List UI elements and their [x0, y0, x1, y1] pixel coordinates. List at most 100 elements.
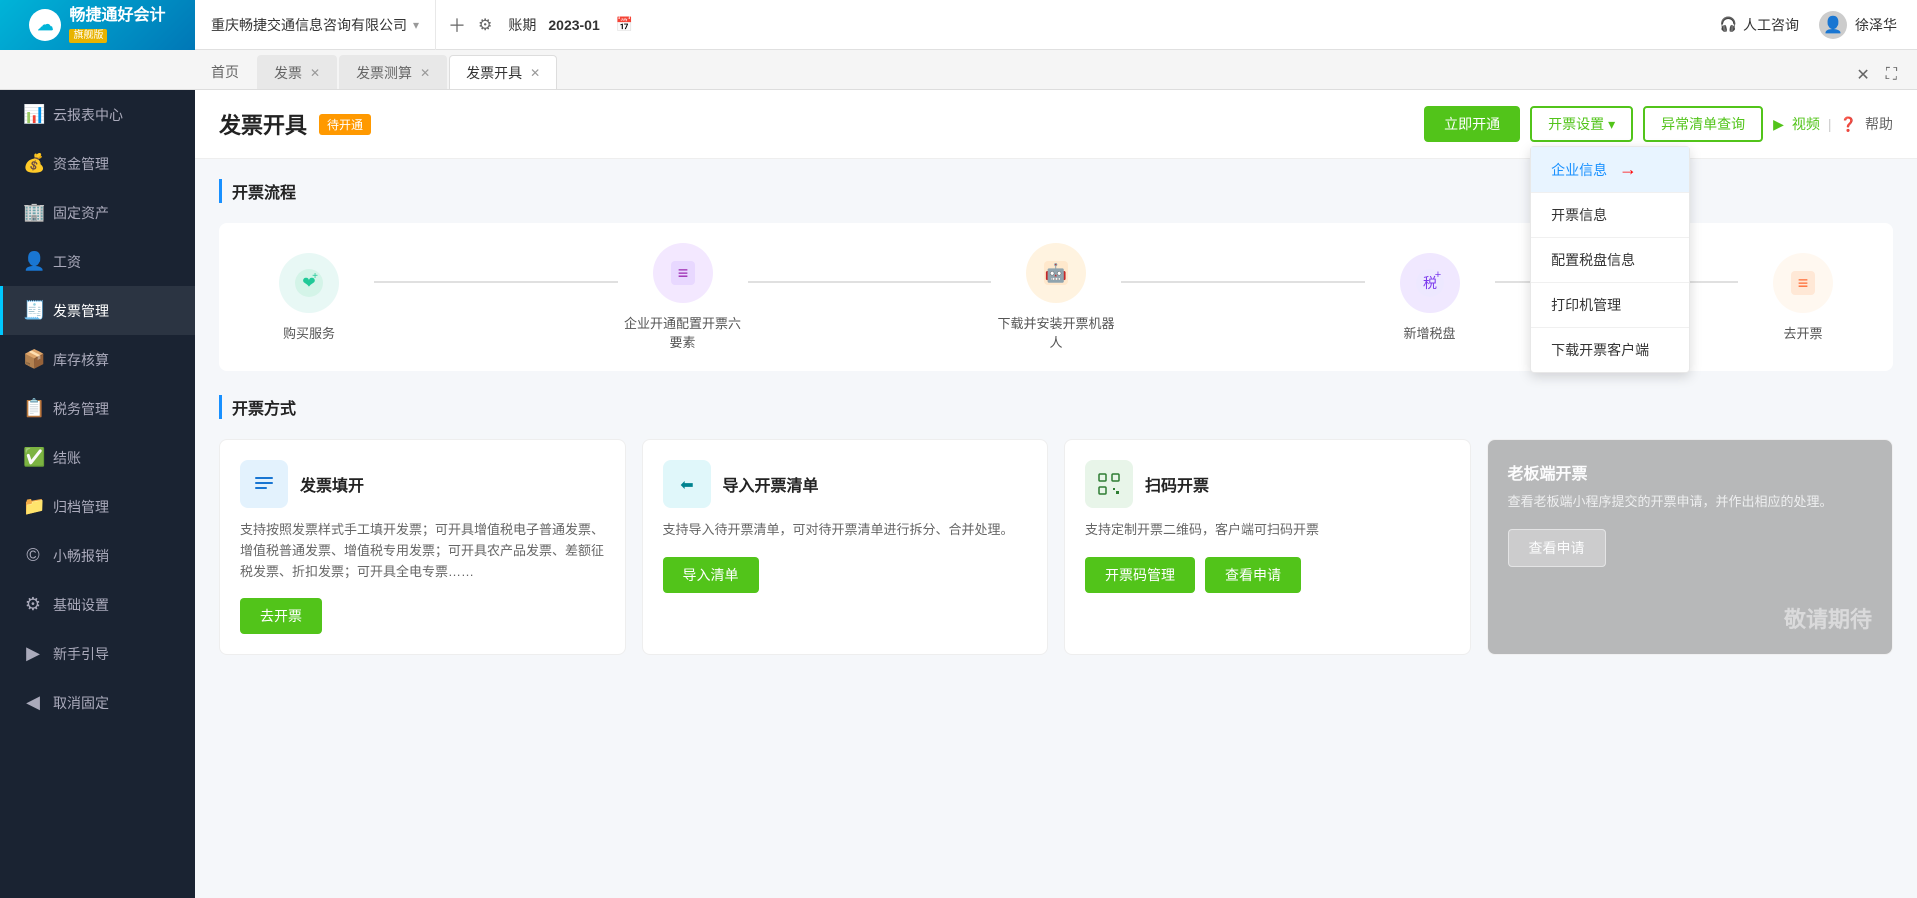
maximize-button[interactable]: ⛶ — [1882, 62, 1901, 88]
method-scan-desc: 支持定制开票二维码，客户端可扫码开票 — [1085, 520, 1450, 541]
calendar-icon[interactable]: 📅 — [616, 16, 633, 33]
sidebar-item-invoice[interactable]: 🧾 发票管理 — [0, 286, 195, 335]
status-badge: 待开通 — [319, 114, 371, 135]
support-button[interactable]: 🎧 人工咨询 — [1720, 15, 1799, 35]
close-window-button[interactable]: ✕ — [1852, 61, 1873, 89]
period-label: 账期 — [508, 15, 536, 35]
assets-icon: 🏢 — [23, 202, 43, 223]
page-header: 发票开具 待开通 立即开通 开票设置 ▾ 企业信息 → — [195, 90, 1917, 159]
sidebar-item-account[interactable]: ✅ 结账 — [0, 433, 195, 482]
top-actions: ＋ ⚙ 账期 2023-01 📅 — [436, 12, 645, 38]
cancel-icon: ◀ — [23, 692, 43, 713]
flow-step-download-icon: 🤖 — [1026, 243, 1086, 303]
sidebar-item-salary[interactable]: 👤 工资 — [0, 237, 195, 286]
flow-step-add-disk-icon: 税 + — [1400, 253, 1460, 313]
method-import-icon: ⬅ — [663, 460, 711, 508]
flow-step-add-disk-label: 新增税盘 — [1403, 323, 1455, 342]
sidebar-label-inventory: 库存核算 — [53, 350, 109, 370]
dropdown-item-printer[interactable]: 打印机管理 — [1531, 283, 1689, 328]
flow-step-buy: ❤ + 购买服务 — [249, 253, 369, 342]
dropdown-item-company-info[interactable]: 企业信息 → — [1531, 147, 1689, 193]
sidebar-label-assets: 固定资产 — [53, 203, 109, 223]
flow-step-download-label: 下载并安装开票机器人 — [996, 313, 1116, 351]
company-name: 重庆畅捷交通信息咨询有限公司 — [211, 15, 407, 35]
flow-step-add-disk: 税 + 新增税盘 — [1370, 253, 1490, 342]
tab-invoice-calc-close[interactable]: ✕ — [420, 66, 430, 80]
sidebar-item-archive[interactable]: 📁 归档管理 — [0, 482, 195, 531]
logo-sub: 旗舰版 — [69, 29, 107, 43]
tax-config-label: 配置税盘信息 — [1551, 252, 1635, 268]
printer-label: 打印机管理 — [1551, 297, 1621, 313]
sidebar-item-cancel[interactable]: ◀ 取消固定 — [0, 678, 195, 727]
dropdown-item-tax-config[interactable]: 配置税盘信息 — [1531, 238, 1689, 283]
boss-desc: 查看老板端小程序提交的开票申请，并作出相应的处理。 — [1508, 492, 1873, 513]
billing-methods: 发票填开 支持按照发票样式手工填开发票；可开具增值税电子普通发票、增值税普通发票… — [219, 439, 1893, 655]
play-icon[interactable]: ▶ — [1773, 116, 1784, 133]
user-icon: 👤 — [1823, 15, 1843, 35]
tab-invoice[interactable]: 发票 ✕ — [257, 55, 337, 89]
sidebar-label-invoice: 发票管理 — [53, 301, 109, 321]
guide-icon: ▶ — [23, 643, 43, 664]
tab-home-label: 首页 — [211, 62, 239, 82]
sidebar-item-cloud-report[interactable]: 📊 云报表中心 — [0, 90, 195, 139]
tab-home[interactable]: 首页 — [195, 55, 255, 89]
flow-step-buy-icon: ❤ + — [279, 253, 339, 313]
inventory-icon: 📦 — [23, 349, 43, 370]
sidebar-item-tax[interactable]: 📋 税务管理 — [0, 384, 195, 433]
settings-dropdown-container: 开票设置 ▾ 企业信息 → 开票信息 配置税盘信息 — [1530, 106, 1633, 142]
logo-main: 畅捷通好会计 — [69, 6, 165, 25]
open-button[interactable]: 立即开通 — [1424, 106, 1520, 142]
tab-invoice-open-label: 发票开具 — [466, 63, 522, 83]
base-settings-icon: ⚙ — [23, 594, 43, 615]
boss-btn[interactable]: 查看申请 — [1508, 529, 1606, 567]
video-label[interactable]: 视频 — [1792, 114, 1820, 134]
logo-icon: ☁ — [29, 9, 61, 41]
user-area[interactable]: 👤 徐泽华 — [1819, 11, 1897, 39]
tab-invoice-calc-label: 发票测算 — [356, 63, 412, 83]
method-import-btn[interactable]: 导入清单 — [663, 557, 759, 593]
methods-section-title: 开票方式 — [219, 395, 1893, 419]
svg-text:+: + — [1434, 269, 1440, 281]
method-scan-btn1[interactable]: 开票码管理 — [1085, 557, 1195, 593]
sidebar-label-cloud-report: 云报表中心 — [53, 105, 123, 125]
sidebar-item-settings[interactable]: ⚙ 基础设置 — [0, 580, 195, 629]
settings-icon[interactable]: ⚙ — [478, 15, 492, 35]
flow-step-config-icon: ≡ — [653, 243, 713, 303]
header-actions: 立即开通 开票设置 ▾ 企业信息 → 开票信息 — [1424, 106, 1893, 142]
method-import-desc: 支持导入待开票清单，可对待开票清单进行拆分、合并处理。 — [663, 520, 1028, 541]
svg-text:≡: ≡ — [677, 263, 688, 283]
step-connector-3 — [1121, 281, 1365, 283]
support-label: 人工咨询 — [1743, 15, 1799, 35]
svg-text:🤖: 🤖 — [1045, 262, 1067, 283]
tab-invoice-close[interactable]: ✕ — [310, 66, 320, 80]
tab-invoice-open[interactable]: 发票开具 ✕ — [449, 55, 557, 89]
company-info-label: 企业信息 — [1551, 162, 1607, 178]
coming-soon-label: 敬请期待 — [1784, 602, 1872, 634]
method-import-header: ⬅ 导入开票清单 — [663, 460, 1028, 508]
settings-dropdown-menu: 企业信息 → 开票信息 配置税盘信息 打印机管理 下 — [1530, 146, 1690, 373]
method-scan-btn2[interactable]: 查看申请 — [1205, 557, 1301, 593]
sidebar-item-fund[interactable]: 💰 资金管理 — [0, 139, 195, 188]
red-arrow-icon: → — [1619, 159, 1637, 180]
dropdown-item-invoice-info[interactable]: 开票信息 — [1531, 193, 1689, 238]
method-fill-icon — [240, 460, 288, 508]
settings-dropdown-button[interactable]: 开票设置 ▾ — [1530, 106, 1633, 142]
sidebar-item-inventory[interactable]: 📦 库存核算 — [0, 335, 195, 384]
help-label[interactable]: 帮助 — [1865, 114, 1893, 134]
method-scan-header: 扫码开票 — [1085, 460, 1450, 508]
sidebar-item-guide[interactable]: ▶ 新手引导 — [0, 629, 195, 678]
method-import-name: 导入开票清单 — [723, 472, 819, 496]
add-button[interactable]: ＋ — [448, 12, 466, 38]
invoice-icon: 🧾 — [23, 300, 43, 321]
flow-step-buy-label: 购买服务 — [283, 323, 335, 342]
method-fill-btn[interactable]: 去开票 — [240, 598, 322, 634]
dropdown-item-download[interactable]: 下载开票客户端 — [1531, 328, 1689, 372]
flow-step-config-label: 企业开通配置开票六要素 — [623, 313, 743, 351]
check-button[interactable]: 异常清单查询 — [1643, 106, 1763, 142]
tab-invoice-open-close[interactable]: ✕ — [530, 66, 540, 80]
company-selector[interactable]: 重庆畅捷交通信息咨询有限公司 ▾ — [195, 0, 436, 50]
tab-invoice-calc[interactable]: 发票测算 ✕ — [339, 55, 447, 89]
sidebar-item-report[interactable]: © 小畅报销 — [0, 531, 195, 580]
sidebar-item-assets[interactable]: 🏢 固定资产 — [0, 188, 195, 237]
tab-bar: 首页 发票 ✕ 发票测算 ✕ 发票开具 ✕ ✕ ⛶ — [0, 50, 1917, 90]
